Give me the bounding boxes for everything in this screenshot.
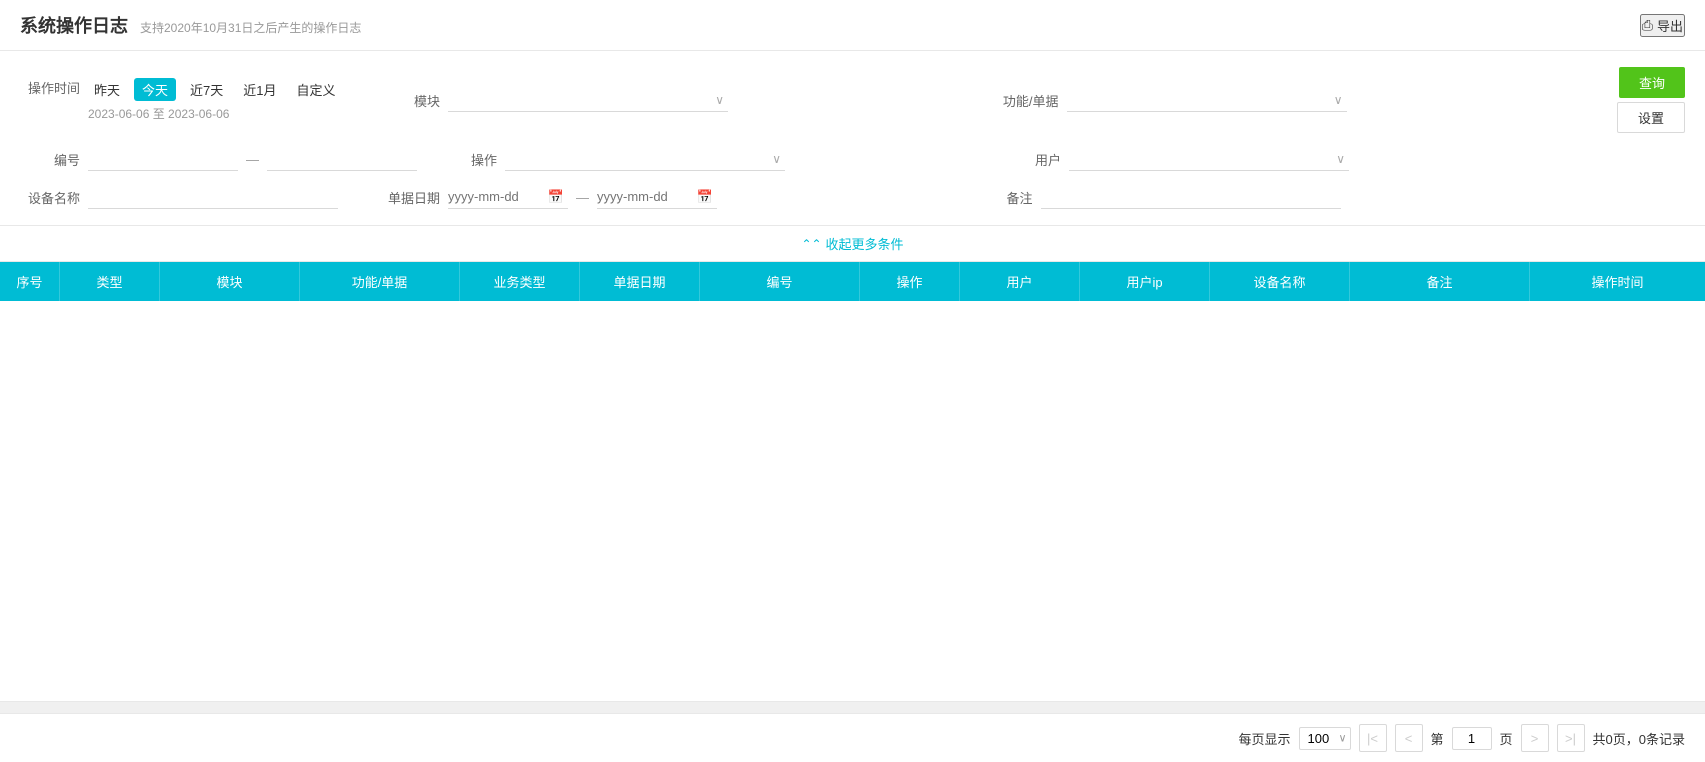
filter-row-1: 操作时间 昨天 今天 近7天 近1月 自定义 2023-06-06 至 2023… xyxy=(20,67,1685,133)
col-header-remark: 备注 xyxy=(1350,262,1530,301)
last-page-button[interactable]: >| xyxy=(1557,724,1585,752)
pagination-bar: 每页显示 10 20 50 100 200 |< < 第 页 > >| 共0页，… xyxy=(0,713,1705,762)
device-label: 设备名称 xyxy=(20,188,80,207)
time-option-7days[interactable]: 近7天 xyxy=(184,78,229,101)
remark-label: 备注 xyxy=(973,188,1033,207)
code-input-from[interactable] xyxy=(88,147,238,171)
time-label: 操作时间 xyxy=(20,78,80,97)
user-label: 用户 xyxy=(1001,150,1061,169)
page-subtitle: 支持2020年10月31日之后产生的操作日志 xyxy=(140,19,361,36)
total-info: 共0页，0条记录 xyxy=(1593,729,1685,748)
col-header-biz: 业务类型 xyxy=(460,262,580,301)
user-select-wrapper: ∨ xyxy=(1069,147,1349,171)
filter-row-2: 编号 — 操作 ∨ 用户 xyxy=(20,147,1685,171)
page-label: 第 xyxy=(1431,729,1444,748)
date-to-wrapper: 📅 xyxy=(597,185,717,209)
col-header-func: 功能/单据 xyxy=(300,262,460,301)
col-header-device: 设备名称 xyxy=(1210,262,1350,301)
op-label: 操作 xyxy=(437,150,497,169)
table-header: 序号 类型 模块 功能/单据 业务类型 单据日期 编号 操作 用户 用户ip 设… xyxy=(0,262,1705,301)
settings-button[interactable]: 设置 xyxy=(1617,102,1685,133)
page-title: 系统操作日志 xyxy=(20,12,128,38)
next-page-button[interactable]: > xyxy=(1521,724,1549,752)
time-option-today[interactable]: 今天 xyxy=(134,78,176,101)
export-icon: ⎙ xyxy=(1642,17,1653,34)
remark-input[interactable] xyxy=(1041,185,1341,209)
filter-area: 操作时间 昨天 今天 近7天 近1月 自定义 2023-06-06 至 2023… xyxy=(0,51,1705,226)
first-page-button[interactable]: |< xyxy=(1359,724,1387,752)
horizontal-scrollbar[interactable] xyxy=(0,701,1705,713)
calendar-from-icon[interactable]: 📅 xyxy=(548,189,564,205)
op-select[interactable] xyxy=(505,147,785,171)
col-header-module: 模块 xyxy=(160,262,300,301)
func-select[interactable] xyxy=(1067,88,1347,112)
col-header-seq: 序号 xyxy=(0,262,60,301)
page-number-input[interactable] xyxy=(1452,727,1492,750)
func-label: 功能/单据 xyxy=(999,91,1059,110)
page-suffix: 页 xyxy=(1500,729,1513,748)
collapse-button[interactable]: ⌃⌃ 收起更多条件 xyxy=(801,234,903,253)
code-input-to[interactable] xyxy=(267,147,417,171)
user-select[interactable] xyxy=(1069,147,1349,171)
per-page-select[interactable]: 10 20 50 100 200 xyxy=(1299,727,1351,750)
page-header: 系统操作日志 支持2020年10月31日之后产生的操作日志 ⎙ 导出 xyxy=(0,0,1705,51)
col-header-date: 单据日期 xyxy=(580,262,700,301)
time-filter: 昨天 今天 近7天 近1月 自定义 2023-06-06 至 2023-06-0… xyxy=(88,78,342,122)
collapse-chevron-icon: ⌃⌃ xyxy=(801,237,821,251)
query-button[interactable]: 查询 xyxy=(1619,67,1685,98)
time-option-1month[interactable]: 近1月 xyxy=(237,78,282,101)
col-header-type: 类型 xyxy=(60,262,160,301)
per-page-label: 每页显示 xyxy=(1238,729,1290,748)
time-option-yesterday[interactable]: 昨天 xyxy=(88,78,126,101)
code-label: 编号 xyxy=(20,150,80,169)
filter-row-3: 设备名称 单据日期 📅 — 📅 备注 xyxy=(20,185,1685,209)
table-body xyxy=(0,301,1705,701)
date-from-wrapper: 📅 xyxy=(448,185,568,209)
date-range-sep: — xyxy=(576,190,589,205)
data-table: 序号 类型 模块 功能/单据 业务类型 单据日期 编号 操作 用户 用户ip 设… xyxy=(0,262,1705,701)
col-header-time: 操作时间 xyxy=(1530,262,1705,301)
col-header-ip: 用户ip xyxy=(1080,262,1210,301)
code-range-sep: — xyxy=(246,152,259,167)
time-range-display: 2023-06-06 至 2023-06-06 xyxy=(88,105,342,122)
calendar-to-icon[interactable]: 📅 xyxy=(697,189,713,205)
prev-page-button[interactable]: < xyxy=(1395,724,1423,752)
module-select[interactable] xyxy=(448,88,728,112)
col-header-user: 用户 xyxy=(960,262,1080,301)
module-label: 模块 xyxy=(380,91,440,110)
op-select-wrapper: ∨ xyxy=(505,147,785,171)
col-header-code: 编号 xyxy=(700,262,860,301)
export-button[interactable]: ⎙ 导出 xyxy=(1640,14,1685,37)
device-input[interactable] xyxy=(88,185,338,209)
collapse-bar: ⌃⌃ 收起更多条件 xyxy=(0,226,1705,262)
module-select-wrapper: ∨ xyxy=(448,88,728,112)
time-option-custom[interactable]: 自定义 xyxy=(291,78,342,101)
date-label: 单据日期 xyxy=(380,188,440,207)
col-header-op: 操作 xyxy=(860,262,960,301)
func-select-wrapper: ∨ xyxy=(1067,88,1347,112)
